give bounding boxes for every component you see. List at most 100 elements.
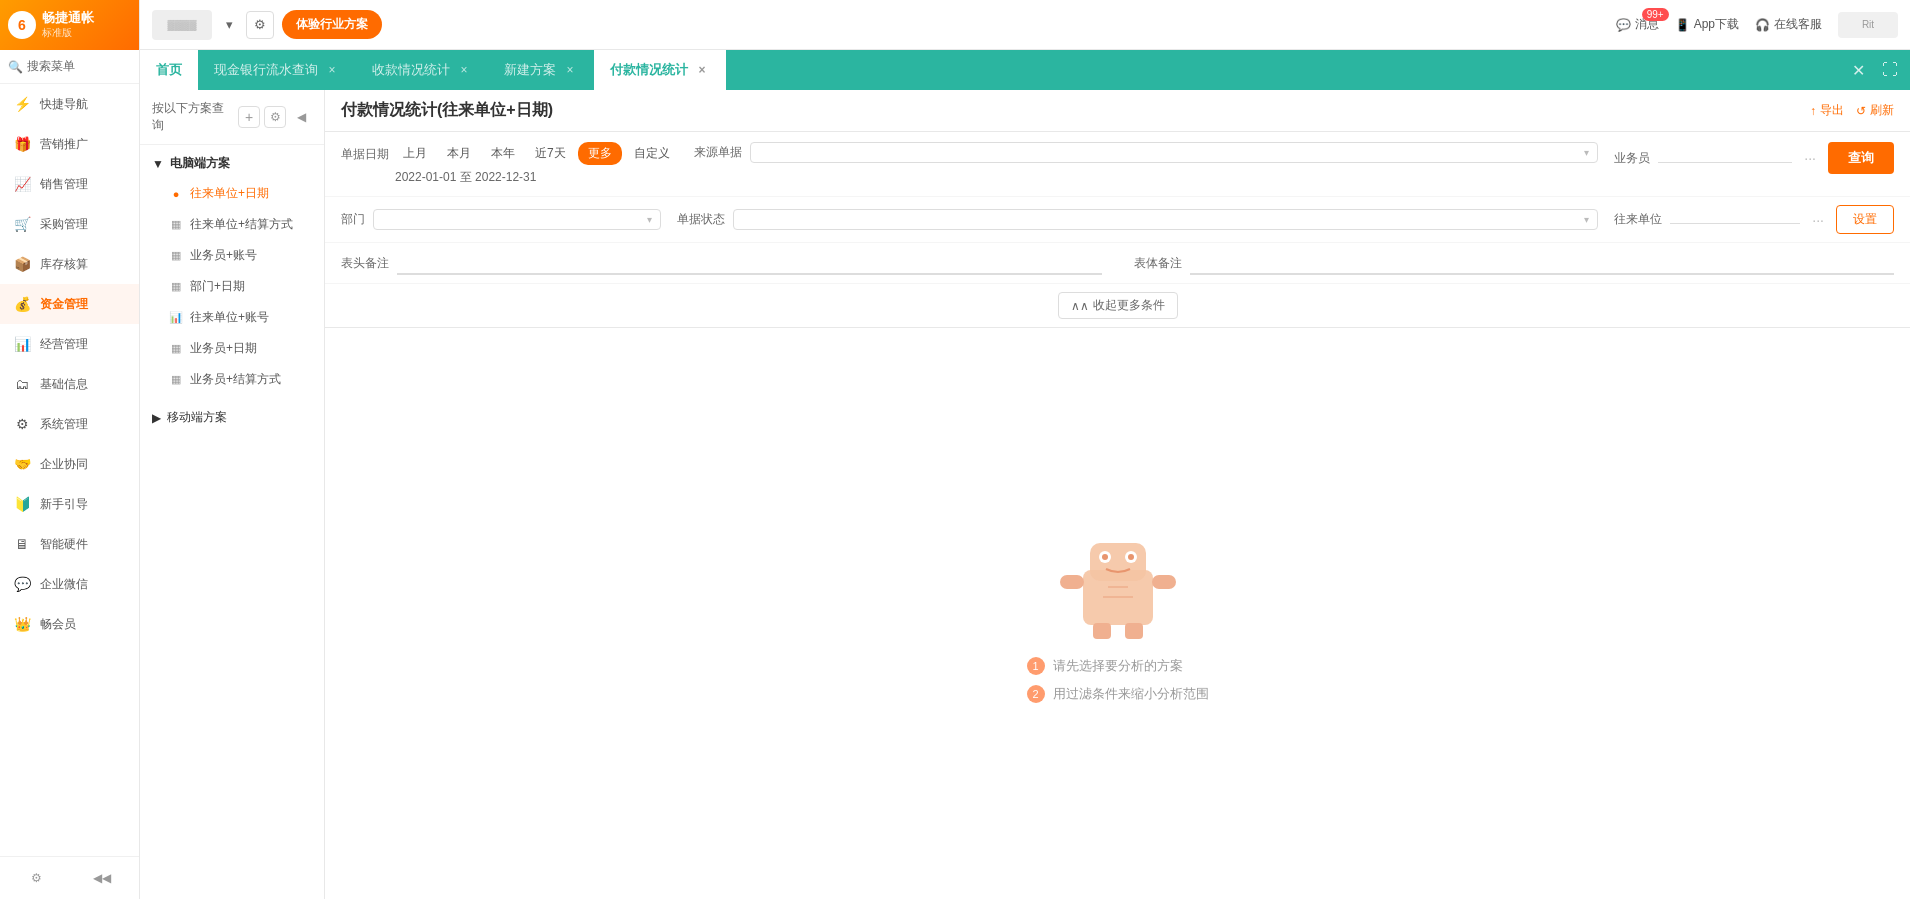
hardware-icon: 🖥 [12, 534, 32, 554]
date-btn-last-month[interactable]: 上月 [395, 142, 435, 165]
sidebar-item-label: 销售管理 [40, 176, 88, 193]
export-btn[interactable]: ↑ 导出 [1810, 102, 1844, 119]
chevron-right-icon: ▶ [152, 411, 161, 425]
date-btn-custom[interactable]: 自定义 [626, 142, 678, 165]
sidebar-item-label: 系统管理 [40, 416, 88, 433]
tab-bank-close[interactable]: × [324, 62, 340, 78]
tab-payments[interactable]: 付款情况统计 × [594, 50, 726, 90]
source-select[interactable]: ▾ [750, 142, 1598, 163]
online-service-btn[interactable]: 🎧 在线客服 [1755, 16, 1822, 33]
status-arrow-icon: ▾ [1584, 214, 1589, 225]
date-btn-this-year[interactable]: 本年 [483, 142, 523, 165]
hint1-text: 请先选择要分析的方案 [1053, 657, 1183, 675]
sidebar-item-guide[interactable]: 🔰 新手引导 [0, 484, 139, 524]
page-title: 付款情况统计(往来单位+日期) [341, 100, 553, 121]
scheme-unit-account-label: 往来单位+账号 [190, 309, 269, 326]
scheme-add-btn[interactable]: + [238, 106, 260, 128]
refresh-btn[interactable]: ↺ 刷新 [1856, 102, 1894, 119]
tab-receipts[interactable]: 收款情况统计 × [356, 50, 488, 90]
logo-icon: 6 [8, 11, 36, 39]
collapse-sidebar-btn[interactable]: ◀◀ [74, 865, 132, 891]
message-btn[interactable]: 💬 消息 99+ [1616, 16, 1659, 33]
svg-point-5 [1128, 554, 1134, 560]
export-label: 导出 [1820, 102, 1844, 119]
page-header: 付款情况统计(往来单位+日期) ↑ 导出 ↺ 刷新 [325, 90, 1910, 132]
sidebar-item-sales[interactable]: 📈 销售管理 [0, 164, 139, 204]
collapse-panel-btn[interactable]: ◀ [290, 106, 312, 128]
scheme-unit-date[interactable]: ● 往来单位+日期 [140, 178, 324, 209]
staff-dots-btn[interactable]: ··· [1800, 146, 1820, 170]
scheme-settings-btn[interactable]: ⚙ [264, 106, 286, 128]
query-btn[interactable]: 查询 [1828, 142, 1894, 174]
scheme-unit-date-label: 往来单位+日期 [190, 185, 269, 202]
tab-payments-close[interactable]: × [694, 62, 710, 78]
trial-btn[interactable]: 体验行业方案 [282, 10, 382, 39]
sidebar-item-operations[interactable]: 📊 经营管理 [0, 324, 139, 364]
scheme-staff-date[interactable]: ▦ 业务员+日期 [140, 333, 324, 364]
robot-svg [1048, 525, 1188, 645]
tab-receipts-close[interactable]: × [456, 62, 472, 78]
unit-filter-cell: 往来单位 ··· 设置 [1614, 205, 1894, 234]
tab-expand-btn[interactable]: ⛶ [1878, 58, 1902, 82]
dept-select[interactable]: ▾ [373, 209, 661, 230]
sidebar-item-basic[interactable]: 🗂 基础信息 [0, 364, 139, 404]
unit-dots-btn[interactable]: ··· [1808, 208, 1828, 232]
search-icon: 🔍 [8, 60, 23, 74]
sidebar-item-wechat[interactable]: 💬 企业微信 [0, 564, 139, 604]
staff-input-area [1658, 154, 1792, 163]
sidebar-item-member[interactable]: 👑 畅会员 [0, 604, 139, 644]
settings-btn[interactable]: ⚙ [8, 865, 66, 891]
date-btn-this-month[interactable]: 本月 [439, 142, 479, 165]
sidebar-item-purchase[interactable]: 🛒 采购管理 [0, 204, 139, 244]
scheme-unit-settle[interactable]: ▦ 往来单位+结算方式 [140, 209, 324, 240]
tab-new-plan[interactable]: 新建方案 × [488, 50, 594, 90]
company-dropdown[interactable]: ▾ [220, 16, 238, 34]
scheme-staff-settle[interactable]: ▦ 业务员+结算方式 [140, 364, 324, 395]
sidebar-item-finance[interactable]: 💰 资金管理 [0, 284, 139, 324]
mobile-scheme-title[interactable]: ▶ 移动端方案 [140, 403, 324, 432]
tab-home[interactable]: 首页 [140, 50, 198, 90]
purchase-icon: 🛒 [12, 214, 32, 234]
staff-filter-cell: 业务员 ··· 查询 [1614, 142, 1894, 174]
status-filter-cell: 单据状态 ▾ [677, 209, 1598, 230]
body-note-input[interactable] [1190, 251, 1895, 274]
sidebar-item-label: 智能硬件 [40, 536, 88, 553]
svg-rect-8 [1060, 575, 1084, 589]
app-download-btn[interactable]: 📱 App下载 [1675, 16, 1739, 33]
tab-close-all-btn[interactable]: ✕ [1846, 58, 1870, 82]
search-menu[interactable]: 🔍 搜索菜单 [0, 50, 139, 84]
scheme-dept-date[interactable]: ▦ 部门+日期 [140, 271, 324, 302]
user-avatar[interactable]: Rit [1838, 12, 1898, 38]
date-btn-7days[interactable]: 近7天 [527, 142, 574, 165]
scheme-staff-account[interactable]: ▦ 业务员+账号 [140, 240, 324, 271]
desktop-scheme-title[interactable]: ▼ 电脑端方案 [140, 149, 324, 178]
sidebar: 6 畅捷通帐 标准版 🔍 搜索菜单 ⚡ 快捷导航 🎁 营销推广 📈 销售管理 🛒… [0, 0, 140, 899]
collapse-more-btn[interactable]: ∧∧ 收起更多条件 [1058, 292, 1178, 319]
body-note-input-container [1190, 251, 1895, 275]
scheme-unit-settle-label: 往来单位+结算方式 [190, 216, 293, 233]
sidebar-item-system[interactable]: ⚙ 系统管理 [0, 404, 139, 444]
body-note-label: 表体备注 [1134, 255, 1182, 272]
export-icon: ↑ [1810, 104, 1816, 118]
date-filter-cell: 单据日期 上月 本月 本年 近7天 更多 自定义 2022-01-01 至 20… [341, 142, 678, 186]
sidebar-item-hardware[interactable]: 🖥 智能硬件 [0, 524, 139, 564]
tab-home-label: 首页 [156, 61, 182, 79]
message-badge: 99+ [1642, 8, 1669, 21]
topbar-settings-btn[interactable]: ⚙ [246, 11, 274, 39]
set-btn[interactable]: 设置 [1836, 205, 1894, 234]
sidebar-item-shortcuts[interactable]: ⚡ 快捷导航 [0, 84, 139, 124]
sidebar-nav: ⚡ 快捷导航 🎁 营销推广 📈 销售管理 🛒 采购管理 📦 库存核算 💰 资金管… [0, 84, 139, 856]
date-btn-more[interactable]: 更多 [578, 142, 622, 165]
tab-new-plan-close[interactable]: × [562, 62, 578, 78]
sidebar-item-enterprise[interactable]: 🤝 企业协同 [0, 444, 139, 484]
collapse-label: 收起更多条件 [1093, 297, 1165, 314]
source-filter-cell: 来源单据 ▾ [694, 142, 1598, 163]
empty-text-list: 1 请先选择要分析的方案 2 用过滤条件来缩小分析范围 [1027, 657, 1209, 703]
sidebar-item-marketing[interactable]: 🎁 营销推广 [0, 124, 139, 164]
scheme-unit-account[interactable]: 📊 往来单位+账号 [140, 302, 324, 333]
header-note-input[interactable] [397, 251, 1102, 274]
source-arrow-icon: ▾ [1584, 147, 1589, 158]
status-select[interactable]: ▾ [733, 209, 1598, 230]
tab-bank[interactable]: 现金银行流水查询 × [198, 50, 356, 90]
sidebar-item-inventory[interactable]: 📦 库存核算 [0, 244, 139, 284]
